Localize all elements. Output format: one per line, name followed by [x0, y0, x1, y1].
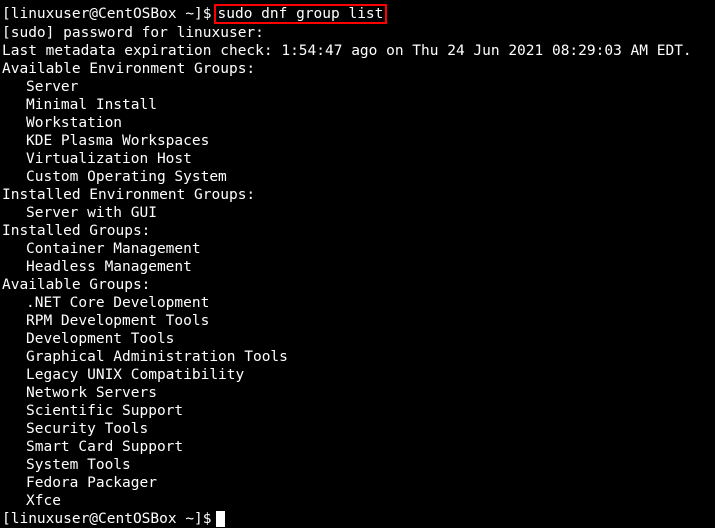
- group-item: Network Servers: [2, 384, 713, 402]
- group-item: .NET Core Development: [2, 294, 713, 312]
- group-item: Fedora Packager: [2, 474, 713, 492]
- group-item: Development Tools: [2, 330, 713, 348]
- group-item: Custom Operating System: [2, 168, 713, 186]
- prompt-prefix: [linuxuser@CentOSBox ~]$: [2, 511, 212, 527]
- group-item: Headless Management: [2, 258, 713, 276]
- prompt-line-2[interactable]: [linuxuser@CentOSBox ~]$: [2, 510, 713, 528]
- group-item: Virtualization Host: [2, 150, 713, 168]
- group-item: Xfce: [2, 492, 713, 510]
- group-item: Smart Card Support: [2, 438, 713, 456]
- group-item: RPM Development Tools: [2, 312, 713, 330]
- group-item: Workstation: [2, 114, 713, 132]
- prompt-prefix: [linuxuser@CentOSBox ~]$: [2, 6, 212, 22]
- section-header: Available Groups:: [2, 276, 713, 294]
- section-header: Installed Environment Groups:: [2, 186, 713, 204]
- group-item: Scientific Support: [2, 402, 713, 420]
- group-item: Container Management: [2, 240, 713, 258]
- group-item: Security Tools: [2, 420, 713, 438]
- group-item: System Tools: [2, 456, 713, 474]
- group-item: KDE Plasma Workspaces: [2, 132, 713, 150]
- sudo-password-prompt: [sudo] password for linuxuser:: [2, 24, 713, 42]
- highlighted-command: sudo dnf group list: [214, 4, 388, 24]
- group-item: Legacy UNIX Compatibility: [2, 366, 713, 384]
- prompt-line-1: [linuxuser@CentOSBox ~]$sudo dnf group l…: [2, 4, 713, 24]
- group-item: Server: [2, 78, 713, 96]
- cursor-icon: [216, 511, 225, 527]
- section-header: Installed Groups:: [2, 222, 713, 240]
- group-item: Server with GUI: [2, 204, 713, 222]
- metadata-expiration-line: Last metadata expiration check: 1:54:47 …: [2, 42, 713, 60]
- group-item: Minimal Install: [2, 96, 713, 114]
- section-header: Available Environment Groups:: [2, 60, 713, 78]
- group-item: Graphical Administration Tools: [2, 348, 713, 366]
